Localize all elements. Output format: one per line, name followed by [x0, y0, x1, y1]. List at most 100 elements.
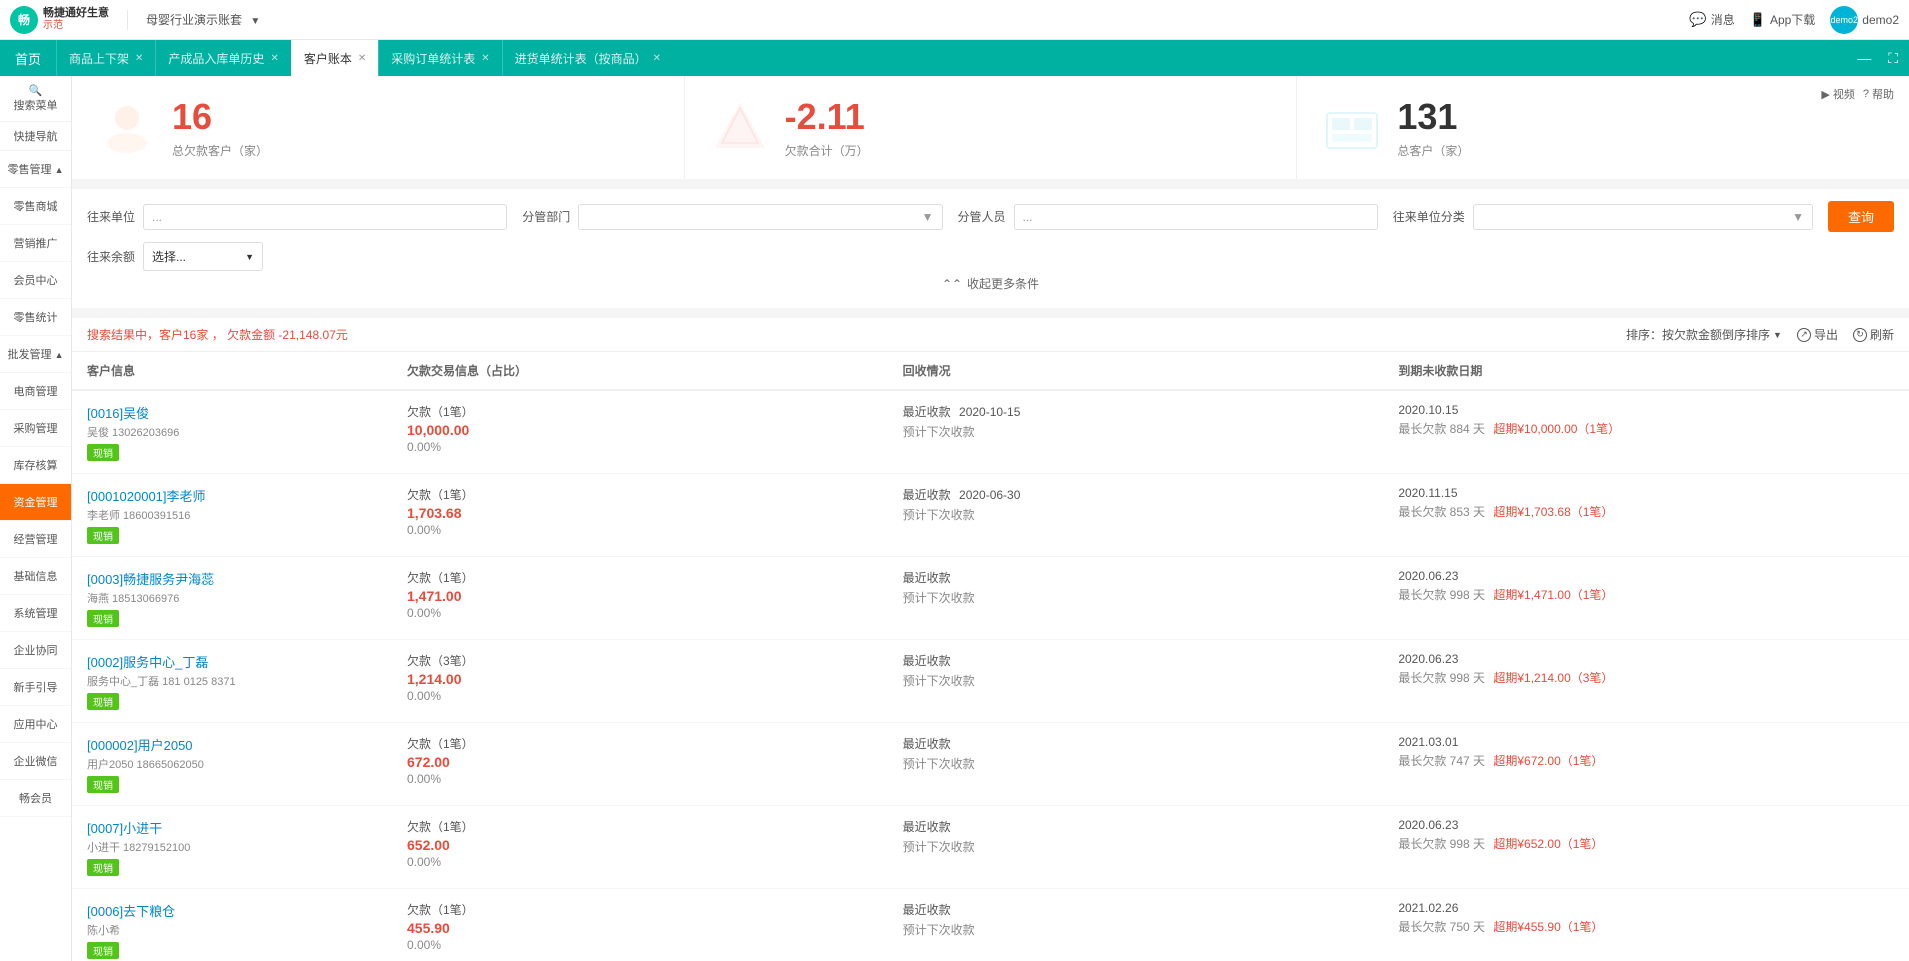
debtors-icon — [97, 98, 157, 158]
collapse-button[interactable]: ⌃⌃ 收起更多条件 — [87, 271, 1894, 296]
stat-customers-label: 总客户（家） — [1397, 142, 1884, 159]
overdue-link-4[interactable]: 超期¥1,214.00（3笔） — [1493, 671, 1613, 685]
sidebar-item-purchase[interactable]: 采购管理 — [0, 410, 71, 447]
export-button[interactable]: ↗ 导出 — [1797, 326, 1838, 343]
customer-details-4: 服务中心_丁磊 181 0125 8371 — [87, 673, 407, 689]
overdue-link-6[interactable]: 超期¥652.00（1笔） — [1493, 837, 1603, 851]
sidebar-item-inventory[interactable]: 库存核算 — [0, 447, 71, 484]
customer-badge-1: 现销 — [87, 444, 119, 461]
customer-name-2[interactable]: [0001020001]李老师 — [87, 486, 407, 505]
sidebar-item-retail-mall[interactable]: 零售商城 — [0, 188, 71, 225]
debt-info-1: 欠款（1笔） 10,000.00 0.00% — [407, 403, 903, 454]
sidebar-item-enterprise-wechat[interactable]: 企业微信 — [0, 743, 71, 780]
customer-badge-6: 现销 — [87, 859, 119, 876]
app-subtitle: 示范 — [43, 20, 109, 32]
dept-label: 分管部门 — [522, 208, 570, 225]
tab-maximize-button[interactable]: ⛶ — [1882, 48, 1904, 69]
app-download-button[interactable]: 📱 App下载 — [1750, 11, 1816, 28]
user-menu[interactable]: demo2 demo2 — [1830, 6, 1899, 34]
customer-name-7[interactable]: [0006]去下粮仓 — [87, 901, 407, 920]
video-button[interactable]: ▶ 视频 — [1821, 86, 1854, 102]
overdue-info-2: 2020.11.15 最长欠款 853 天 超期¥1,703.68（1笔） — [1398, 486, 1894, 520]
vendor-label: 往来单位 — [87, 208, 135, 225]
sidebar-item-finance[interactable]: 资金管理 — [0, 484, 71, 521]
sidebar-item-enterprise[interactable]: 企业协同 — [0, 632, 71, 669]
customer-details-2: 李老师 18600391516 — [87, 507, 407, 523]
close-icon[interactable]: ✕ — [358, 53, 366, 64]
debt-icon — [710, 98, 770, 158]
close-icon[interactable]: ✕ — [653, 53, 661, 64]
refresh-button[interactable]: ↻ 刷新 — [1853, 326, 1894, 343]
export-icon: ↗ — [1797, 328, 1811, 342]
customer-name-5[interactable]: [000002]用户2050 — [87, 735, 407, 754]
tab-minimize-button[interactable]: — — [1851, 48, 1877, 68]
sidebar-item-app-center[interactable]: 应用中心 — [0, 706, 71, 743]
sort-selector[interactable]: 排序：按欠款金额倒序排序 ▼ — [1626, 326, 1782, 343]
close-icon[interactable]: ✕ — [270, 53, 278, 64]
tab-product-listing[interactable]: 商品上下架 ✕ — [56, 40, 155, 76]
stats-row: 16 总欠款客户（家） -2.11 欠款合计（万） — [72, 76, 1909, 179]
help-button[interactable]: ? 帮助 — [1863, 86, 1894, 102]
stat-debt-label: 欠款合计（万） — [785, 142, 1272, 159]
overdue-link-1[interactable]: 超期¥10,000.00（1笔） — [1493, 422, 1620, 436]
customer-badge-5: 现销 — [87, 776, 119, 793]
sidebar-item-marketing[interactable]: 营销推广 — [0, 225, 71, 262]
sidebar-item-operations[interactable]: 经营管理 — [0, 521, 71, 558]
overdue-info-5: 2021.03.01 最长欠款 747 天 超期¥672.00（1笔） — [1398, 735, 1894, 769]
customer-details-3: 海燕 18513066976 — [87, 590, 407, 606]
recovery-info-6: 最近收款 预计下次收款 — [903, 818, 1399, 855]
tab-purchase-stats[interactable]: 采购订单统计表 ✕ — [378, 40, 501, 76]
sidebar-item-member-center[interactable]: 会员中心 — [0, 262, 71, 299]
sidebar-item-ecommerce[interactable]: 电商管理 — [0, 373, 71, 410]
recovery-info-2: 最近收款 2020-06-30 预计下次收款 — [903, 486, 1399, 523]
customer-details-7: 陈小希 — [87, 922, 407, 938]
overdue-info-6: 2020.06.23 最长欠款 998 天 超期¥652.00（1笔） — [1398, 818, 1894, 852]
overdue-link-2[interactable]: 超期¥1,703.68（1笔） — [1493, 505, 1613, 519]
customer-info-5: [000002]用户2050 用户2050 18665062050 现销 — [87, 735, 407, 793]
overdue-link-5[interactable]: 超期¥672.00（1笔） — [1493, 754, 1603, 768]
sidebar-item-wholesale-mgmt[interactable]: 批发管理 ▲ — [0, 336, 71, 373]
balance-select[interactable]: 选择... ▼ — [143, 242, 263, 271]
sidebar-item-newbie[interactable]: 新手引导 — [0, 669, 71, 706]
vendor-input[interactable]: ... — [143, 204, 507, 230]
sidebar-item-fast-nav[interactable]: 快捷导航 — [0, 122, 71, 151]
tab-purchase-by-product[interactable]: 进货单统计表（按商品） ✕ — [502, 40, 673, 76]
sidebar-search[interactable]: 🔍 搜索菜单 — [0, 76, 71, 122]
tab-bar: 首页 商品上下架 ✕ 产成品入库单历史 ✕ 客户账本 ✕ 采购订单统计表 ✕ 进… — [0, 40, 1909, 76]
tab-home[interactable]: 首页 — [0, 40, 56, 76]
customer-info-2: [0001020001]李老师 李老师 18600391516 现销 — [87, 486, 407, 544]
dept-input[interactable]: ▼ — [578, 204, 942, 230]
overdue-info-3: 2020.06.23 最长欠款 998 天 超期¥1,471.00（1笔） — [1398, 569, 1894, 603]
category-input[interactable]: ▼ — [1473, 204, 1813, 230]
person-input[interactable]: ... — [1014, 204, 1378, 230]
debt-info-2: 欠款（1笔） 1,703.68 0.00% — [407, 486, 903, 537]
customer-info-6: [0007]小进干 小进干 18279152100 现销 — [87, 818, 407, 876]
sidebar-item-retail-mgmt[interactable]: 零售管理 ▲ — [0, 151, 71, 188]
category-label: 往来单位分类 — [1393, 208, 1465, 225]
close-icon[interactable]: ✕ — [481, 53, 489, 64]
message-button[interactable]: 💬 消息 — [1689, 11, 1734, 28]
table-header: 客户信息 欠款交易信息（占比） 回收情况 到期未收款日期 — [72, 352, 1909, 391]
customer-name-4[interactable]: [0002]服务中心_丁磊 — [87, 652, 407, 671]
customer-name-1[interactable]: [0016]吴俊 — [87, 403, 407, 422]
sidebar-item-basic-info[interactable]: 基础信息 — [0, 558, 71, 595]
sidebar-item-chang-member[interactable]: 畅会员 — [0, 780, 71, 817]
close-icon[interactable]: ✕ — [135, 53, 143, 64]
sidebar-item-system[interactable]: 系统管理 — [0, 595, 71, 632]
customer-name-3[interactable]: [0003]畅捷服务尹海蕊 — [87, 569, 407, 588]
tab-production-history[interactable]: 产成品入库单历史 ✕ — [155, 40, 290, 76]
top-bar-right: 💬 消息 📱 App下载 demo2 demo2 — [1689, 6, 1899, 34]
overdue-link-3[interactable]: 超期¥1,471.00（1笔） — [1493, 588, 1613, 602]
debt-info-7: 欠款（1笔） 455.90 0.00% — [407, 901, 903, 952]
table-row: [0006]去下粮仓 陈小希 现销 欠款（1笔） 455.90 0.00% 最近… — [72, 889, 1909, 961]
app-name: 畅捷通好生意 — [43, 7, 109, 20]
customers-icon — [1322, 98, 1382, 158]
company-selector[interactable]: 母婴行业演示账套 ▼ — [146, 11, 260, 28]
customer-name-6[interactable]: [0007]小进干 — [87, 818, 407, 837]
tab-customer-account[interactable]: 客户账本 ✕ — [291, 40, 378, 76]
search-button[interactable]: 查询 — [1828, 201, 1894, 232]
overdue-link-7[interactable]: 超期¥455.90（1笔） — [1493, 920, 1603, 934]
sidebar-item-retail-stats[interactable]: 零售统计 — [0, 299, 71, 336]
customer-badge-7: 现销 — [87, 942, 119, 959]
table-row: [000002]用户2050 用户2050 18665062050 现销 欠款（… — [72, 723, 1909, 806]
